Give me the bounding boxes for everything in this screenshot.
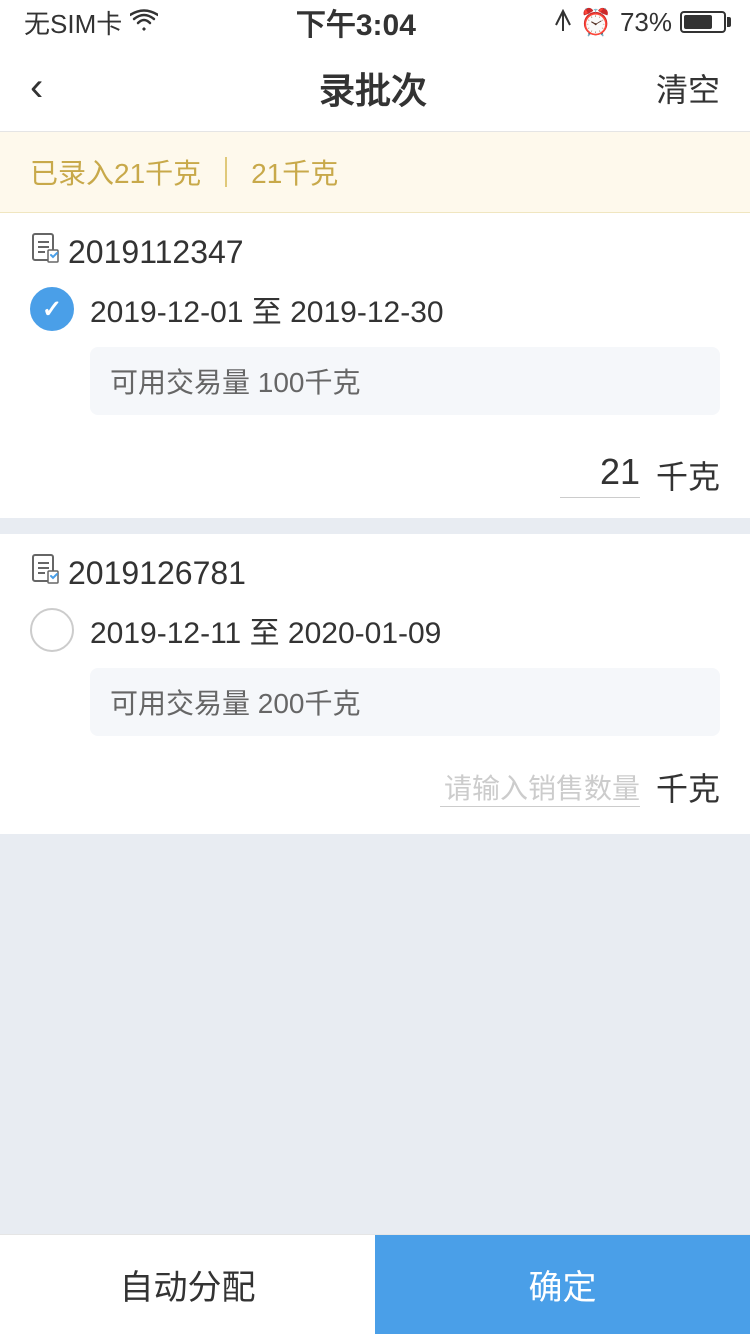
batch-2-qty-row[interactable]: 请输入销售数量 千克	[0, 756, 750, 834]
battery-icon	[680, 11, 726, 33]
doc-icon-2	[30, 554, 60, 592]
recorded-qty-value: 21千克	[251, 152, 338, 192]
status-bar: 无SIM卡 下午3:04 ⏰ 73%	[0, 0, 750, 44]
status-time: 下午3:04	[296, 0, 416, 44]
clear-button[interactable]: 清空	[656, 65, 720, 111]
batch-2-qty-placeholder: 请输入销售数量	[444, 767, 640, 807]
batch-2-qty-input[interactable]: 请输入销售数量	[440, 767, 640, 807]
batch-2-date-row[interactable]: 2019-12-11 至 2020-01-09	[30, 608, 720, 652]
banner-divider	[225, 157, 227, 187]
empty-area	[0, 834, 750, 1254]
batch-1-id-row: 2019112347	[30, 233, 720, 271]
section-divider	[0, 518, 750, 534]
batch-2-date: 2019-12-11 至 2020-01-09	[90, 608, 441, 652]
back-button[interactable]: ‹	[30, 65, 90, 110]
status-left: 无SIM卡	[24, 4, 158, 41]
check-icon: ✓	[42, 295, 62, 324]
batch-1-container: 2019112347 ✓ 2019-12-01 至 2019-12-30 可用交…	[0, 213, 750, 518]
batch-2-item[interactable]: 2019126781 2019-12-11 至 2020-01-09 可用交易量…	[0, 534, 750, 756]
location-icon	[554, 7, 572, 38]
batch-2-id-row: 2019126781	[30, 554, 720, 592]
batch-1-radio[interactable]: ✓	[30, 287, 74, 331]
batch-1-unit: 千克	[656, 452, 720, 498]
batch-2-radio[interactable]	[30, 608, 74, 652]
sim-status: 无SIM卡	[24, 4, 122, 41]
batch-1-available-qty: 可用交易量 100千克	[90, 347, 720, 415]
batch-2-id: 2019126781	[68, 555, 246, 592]
batch-2-container: 2019126781 2019-12-11 至 2020-01-09 可用交易量…	[0, 534, 750, 834]
page-title: 录批次	[319, 62, 427, 114]
info-banner: 已录入21千克 21千克	[0, 132, 750, 213]
batch-2-available-qty: 可用交易量 200千克	[90, 668, 720, 736]
batch-1-qty-row: 21 千克	[0, 435, 750, 518]
confirm-button[interactable]: 确定	[375, 1235, 750, 1334]
recorded-qty-label: 已录入21千克	[30, 152, 201, 192]
batch-1-qty-input[interactable]: 21	[560, 451, 640, 498]
batch-2-unit: 千克	[656, 764, 720, 810]
nav-bar: ‹ 录批次 清空	[0, 44, 750, 132]
battery-percent: 73%	[620, 7, 672, 38]
wifi-icon	[130, 7, 158, 38]
doc-icon-1	[30, 233, 60, 271]
alarm-icon: ⏰	[580, 7, 612, 38]
status-right: ⏰ 73%	[554, 7, 726, 38]
bottom-bar: 自动分配 确定	[0, 1234, 750, 1334]
batch-1-qty-value: 21	[600, 451, 640, 492]
auto-distribute-button[interactable]: 自动分配	[0, 1235, 375, 1334]
batch-1-id: 2019112347	[68, 234, 244, 271]
batch-1-date-row[interactable]: ✓ 2019-12-01 至 2019-12-30	[30, 287, 720, 331]
batch-1-item[interactable]: 2019112347 ✓ 2019-12-01 至 2019-12-30 可用交…	[0, 213, 750, 435]
batch-1-date: 2019-12-01 至 2019-12-30	[90, 287, 444, 331]
